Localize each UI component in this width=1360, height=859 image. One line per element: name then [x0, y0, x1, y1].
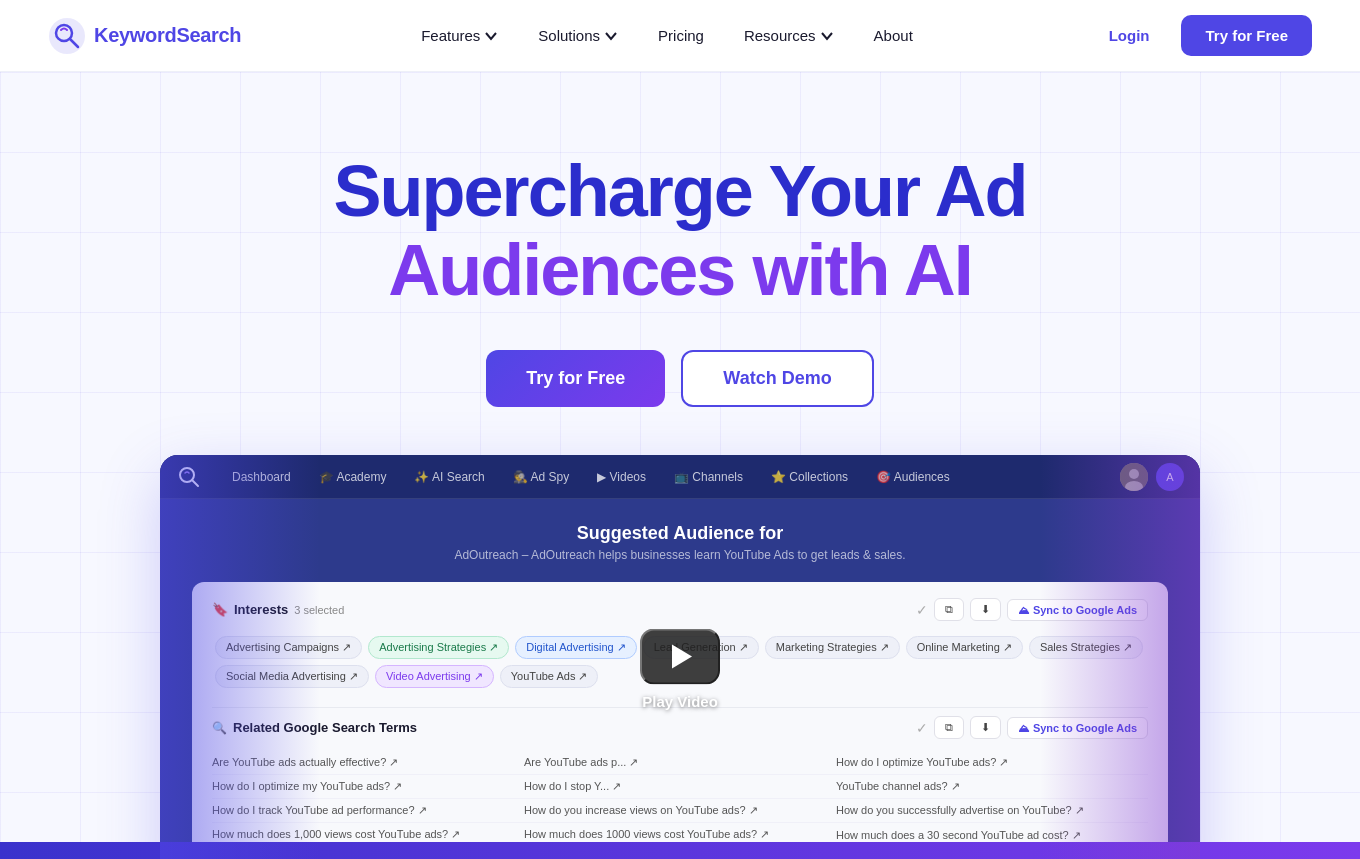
- app-avatar-2: A: [1156, 463, 1184, 491]
- login-button[interactable]: Login: [1093, 19, 1166, 52]
- related-header: 🔍 Related Google Search Terms ✓ ⧉ ⬇ ⛰ Sy…: [212, 716, 1148, 739]
- svg-line-4: [192, 480, 198, 486]
- query-row: How do I track YouTube ad performance? ↗: [212, 799, 524, 823]
- solutions-chevron-icon: [604, 29, 618, 43]
- hero-section: Supercharge Your Ad Audiences with AI Tr…: [0, 72, 1360, 859]
- app-nav-channels[interactable]: 📺 Channels: [660, 455, 757, 499]
- related-title: 🔍 Related Google Search Terms: [212, 720, 417, 735]
- tag-online-marketing[interactable]: Online Marketing ↗: [906, 636, 1023, 659]
- play-triangle-icon: [672, 644, 692, 668]
- main-nav: Features Solutions Pricing Resources Abo…: [405, 19, 929, 52]
- interests-sync-btn[interactable]: ⛰ Sync to Google Ads: [1007, 599, 1148, 621]
- resources-chevron-icon: [820, 29, 834, 43]
- hero-watch-demo-button[interactable]: Watch Demo: [681, 350, 873, 407]
- app-suggested-subheading: AdOutreach – AdOutreach helps businesses…: [192, 548, 1168, 562]
- navbar: KeywordSearch Features Solutions Pricing…: [0, 0, 1360, 72]
- tag-sales-strategies[interactable]: Sales Strategies ↗: [1029, 636, 1143, 659]
- query-row: YouTube channel ads? ↗: [836, 775, 1148, 799]
- interests-title: 🔖 Interests 3 selected: [212, 602, 344, 617]
- app-avatar-1: [1120, 463, 1148, 491]
- query-row: How do you successfully advertise on You…: [836, 799, 1148, 823]
- related-sync-btn[interactable]: ⛰ Sync to Google Ads: [1007, 717, 1148, 739]
- app-nav-right: A: [1120, 463, 1184, 491]
- related-section: 🔍 Related Google Search Terms ✓ ⧉ ⬇ ⛰ Sy…: [212, 716, 1148, 847]
- nav-item-features[interactable]: Features: [405, 19, 514, 52]
- hero-buttons: Try for Free Watch Demo: [24, 350, 1336, 407]
- svg-point-0: [49, 18, 85, 54]
- app-suggested-heading: Suggested Audience for: [192, 523, 1168, 544]
- nav-item-solutions[interactable]: Solutions: [522, 19, 634, 52]
- related-actions: ✓ ⧉ ⬇ ⛰ Sync to Google Ads: [916, 716, 1148, 739]
- query-row: How do you increase views on YouTube ads…: [524, 799, 836, 823]
- tag-youtube-ads[interactable]: YouTube Ads ↗: [500, 665, 599, 688]
- query-row: How do I optimize YouTube ads? ↗: [836, 751, 1148, 775]
- app-nav-dashboard[interactable]: Dashboard: [218, 455, 305, 499]
- solutions-nav-link[interactable]: Solutions: [522, 19, 634, 52]
- svg-point-6: [1129, 469, 1139, 479]
- app-nav-academy[interactable]: 🎓 Academy: [305, 455, 401, 499]
- features-chevron-icon: [484, 29, 498, 43]
- query-row: Are YouTube ads p... ↗: [524, 751, 836, 775]
- interests-download-btn[interactable]: ⬇: [970, 598, 1001, 621]
- navbar-actions: Login Try for Free: [1093, 15, 1312, 56]
- app-nav-ad-spy[interactable]: 🕵️ Ad Spy: [499, 455, 583, 499]
- nav-item-resources[interactable]: Resources: [728, 19, 850, 52]
- tag-advertising-strategies[interactable]: Advertising Strategies ↗: [368, 636, 509, 659]
- query-row: How do I optimize my YouTube ads? ↗: [212, 775, 524, 799]
- interests-actions: ✓ ⧉ ⬇ ⛰ Sync to Google Ads: [916, 598, 1148, 621]
- bottom-gradient-bar: [0, 842, 1360, 859]
- interests-header: 🔖 Interests 3 selected ✓ ⧉ ⬇ ⛰ Sync to G…: [212, 598, 1148, 621]
- tag-marketing-strategies[interactable]: Marketing Strategies ↗: [765, 636, 900, 659]
- logo-text: KeywordSearch: [94, 24, 241, 47]
- resources-nav-link[interactable]: Resources: [728, 19, 850, 52]
- play-video-label: Play Video: [642, 692, 718, 709]
- related-download-btn[interactable]: ⬇: [970, 716, 1001, 739]
- tag-social-media-advertising[interactable]: Social Media Advertising ↗: [215, 665, 369, 688]
- app-nav-ai-search[interactable]: ✨ AI Search: [400, 455, 498, 499]
- query-row: Are YouTube ads actually effective? ↗: [212, 751, 524, 775]
- about-nav-link[interactable]: About: [858, 19, 929, 52]
- related-copy-btn[interactable]: ⧉: [934, 716, 964, 739]
- app-nav-collections[interactable]: ⭐ Collections: [757, 455, 862, 499]
- tag-advertising-campaigns[interactable]: Advertising Campaigns ↗: [215, 636, 362, 659]
- logo-icon: [48, 17, 86, 55]
- logo[interactable]: KeywordSearch: [48, 17, 241, 55]
- app-nav-audiences[interactable]: 🎯 Audiences: [862, 455, 964, 499]
- nav-item-about[interactable]: About: [858, 19, 929, 52]
- hero-try-free-button[interactable]: Try for Free: [486, 350, 665, 407]
- play-video-overlay: Play Video: [640, 628, 720, 709]
- app-nav-videos[interactable]: ▶ Videos: [583, 455, 660, 499]
- hero-title: Supercharge Your Ad Audiences with AI: [230, 152, 1130, 310]
- app-card: 🔖 Interests 3 selected ✓ ⧉ ⬇ ⛰ Sync to G…: [192, 582, 1168, 859]
- features-nav-link[interactable]: Features: [405, 19, 514, 52]
- related-queries: Are YouTube ads actually effective? ↗ Ar…: [212, 751, 1148, 847]
- query-row: How do I stop Y... ↗: [524, 775, 836, 799]
- app-navbar: Dashboard 🎓 Academy ✨ AI Search 🕵️ Ad Sp…: [160, 455, 1200, 499]
- nav-item-pricing[interactable]: Pricing: [642, 19, 720, 52]
- pricing-nav-link[interactable]: Pricing: [642, 19, 720, 52]
- play-video-button[interactable]: [640, 628, 720, 684]
- app-logo-icon: [176, 464, 202, 490]
- tag-video-advertising[interactable]: Video Advertising ↗: [375, 665, 494, 688]
- app-preview: Dashboard 🎓 Academy ✨ AI Search 🕵️ Ad Sp…: [160, 455, 1200, 859]
- tag-digital-advertising[interactable]: Digital Advertising ↗: [515, 636, 637, 659]
- interests-copy-btn[interactable]: ⧉: [934, 598, 964, 621]
- try-free-button[interactable]: Try for Free: [1181, 15, 1312, 56]
